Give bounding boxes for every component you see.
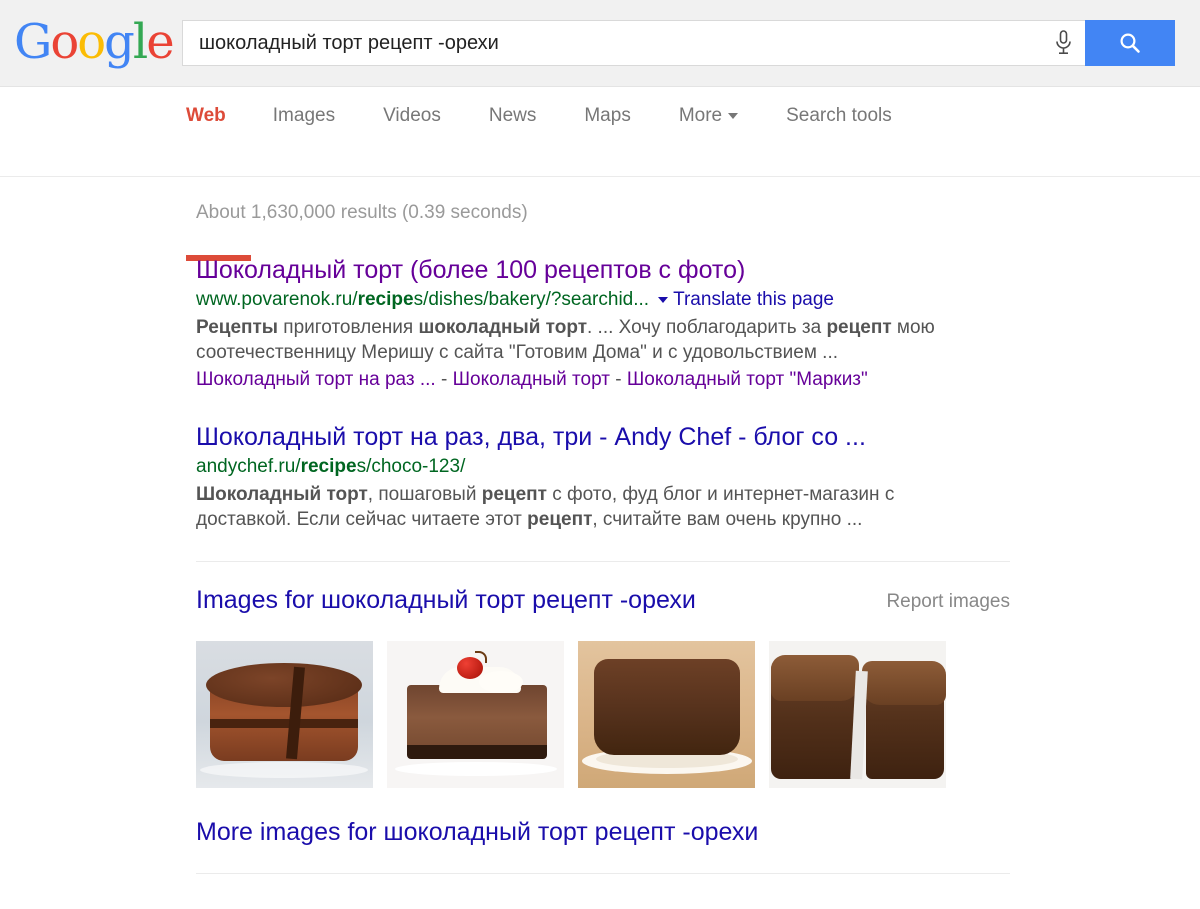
result-url-prefix: andychef.ru/ <box>196 456 301 477</box>
google-logo[interactable]: Google <box>14 14 175 70</box>
logo-letter-o1: o <box>50 14 79 70</box>
snippet-text: . ... Хочу поблагодарить за <box>587 317 827 338</box>
image-thumbnail[interactable] <box>196 641 373 788</box>
snippet-highlight: шоколадный торт <box>418 317 587 338</box>
search-input-wrapper[interactable]: шоколадный торт рецепт -орехи <box>182 20 1085 66</box>
search-bar: шоколадный торт рецепт -орехи <box>182 20 1175 66</box>
tab-news[interactable]: News <box>489 104 537 128</box>
result-title-link[interactable]: Шоколадный торт (более 100 рецептов с фо… <box>196 255 996 285</box>
result-url: andychef.ru/recipes/choco-123/ <box>196 455 996 479</box>
more-images-link[interactable]: More images for шоколадный торт рецепт -… <box>196 817 1200 847</box>
result-snippet: Рецепты приготовления шоколадный торт. .… <box>196 315 986 365</box>
result-url: www.povarenok.ru/recipes/dishes/bakery/?… <box>196 288 996 312</box>
page-header: Google шоколадный торт рецепт -орехи <box>0 0 1200 87</box>
search-result: Шоколадный торт на раз, два, три - Andy … <box>196 422 996 532</box>
tab-search-tools[interactable]: Search tools <box>786 104 892 128</box>
result-sitelinks: Шоколадный торт на раз ... - Шоколадный … <box>196 367 996 392</box>
chevron-down-icon <box>728 112 739 119</box>
snippet-text: , считайте вам очень крупно ... <box>592 509 863 530</box>
cake-plate <box>395 762 557 776</box>
tab-videos[interactable]: Videos <box>383 104 441 128</box>
result-url-suffix: s/choco-123/ <box>356 456 466 477</box>
images-block-header: Images for шоколадный торт рецепт -орехи… <box>196 586 1010 614</box>
logo-letter-g1: G <box>14 14 52 70</box>
image-thumbnail[interactable] <box>578 641 755 788</box>
cookie-crust <box>407 745 547 759</box>
image-thumbnail-row <box>196 641 1010 788</box>
logo-letter-l: l <box>132 14 148 70</box>
image-thumbnail[interactable] <box>769 641 946 788</box>
whipped-cream <box>479 671 523 693</box>
result-snippet: Шоколадный торт, пошаговый рецепт с фото… <box>196 482 986 532</box>
results-stats: About 1,630,000 results (0.39 seconds) <box>196 202 528 223</box>
section-divider <box>196 873 1010 874</box>
results-navigation: Web Images Videos News Maps More Search … <box>0 87 1200 261</box>
result-title-link[interactable]: Шоколадный торт на раз, два, три - Andy … <box>196 422 996 452</box>
snippet-text: приготовления <box>278 317 419 338</box>
ganache-glaze-right <box>862 661 946 705</box>
result-url-highlight: recipe <box>300 456 357 477</box>
snippet-highlight: Шоколадный торт <box>196 484 368 505</box>
cherry-stem <box>475 651 487 663</box>
search-result: Шоколадный торт (более 100 рецептов с фо… <box>196 255 996 392</box>
search-input[interactable]: шоколадный торт рецепт -орехи <box>183 30 1041 56</box>
sitelink[interactable]: Шоколадный торт на раз ... <box>196 369 436 390</box>
image-thumbnail[interactable] <box>387 641 564 788</box>
nav-tab-list: Web Images Videos News Maps More Search … <box>186 104 940 128</box>
logo-letter-o2: o <box>77 14 106 70</box>
round-cake-top <box>592 651 742 697</box>
result-url-prefix: www.povarenok.ru/ <box>196 289 358 310</box>
snippet-highlight: рецепт <box>826 317 892 338</box>
results-content: About 1,630,000 results (0.39 seconds) Ш… <box>0 177 1200 874</box>
snippet-highlight: Рецепты <box>196 317 279 338</box>
result-url-suffix: s/dishes/bakery/?searchid... <box>413 289 650 310</box>
tab-more[interactable]: More <box>678 104 739 128</box>
sitelink[interactable]: Шоколадный торт <box>453 369 610 390</box>
tab-images[interactable]: Images <box>273 104 335 128</box>
report-images-link[interactable]: Report images <box>886 590 1010 614</box>
chevron-down-icon[interactable] <box>658 296 669 303</box>
translate-page-link[interactable]: Translate this page <box>673 289 834 310</box>
sitelink-separator: - <box>435 369 453 390</box>
magnifier-icon <box>1120 33 1140 53</box>
snippet-highlight: рецепт <box>527 509 593 530</box>
microphone-icon[interactable] <box>1041 30 1085 56</box>
snippet-highlight: рецепт <box>481 484 547 505</box>
tab-more-label: More <box>678 105 723 126</box>
sitelink[interactable]: Шоколадный торт "Маркиз" <box>627 369 868 390</box>
logo-letter-e: e <box>146 14 174 70</box>
snippet-text: , пошаговый <box>367 484 482 505</box>
search-button[interactable] <box>1085 20 1175 66</box>
tab-web[interactable]: Web <box>186 104 226 128</box>
ganache-glaze-left <box>771 655 859 701</box>
cake-filling-layer <box>210 719 358 728</box>
section-divider <box>196 561 1010 562</box>
sitelink-separator: - <box>609 369 627 390</box>
logo-letter-g2: g <box>104 14 135 70</box>
tab-maps[interactable]: Maps <box>584 104 630 128</box>
cake-plate <box>200 762 368 778</box>
result-url-highlight: recipe <box>357 289 414 310</box>
cake-frosting-top <box>206 663 362 707</box>
